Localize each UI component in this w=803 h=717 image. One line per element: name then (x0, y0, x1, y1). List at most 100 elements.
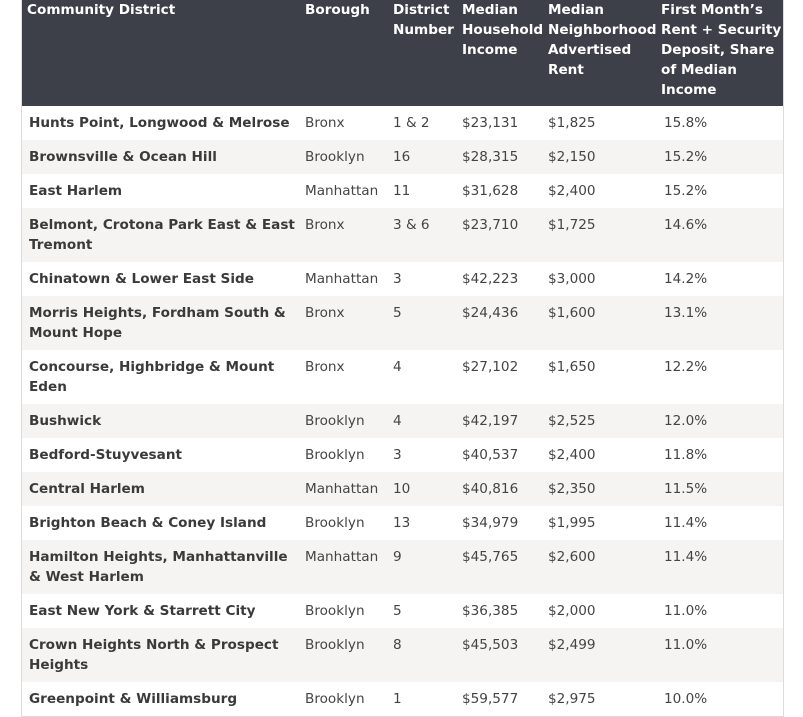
table-row: Bushwick Brooklyn 4 $42,197 $2,525 12.0% (22, 404, 783, 438)
cell-district-number: 4 (393, 359, 402, 375)
header-community-district: Community District (22, 0, 305, 106)
cell-borough: Bronx (305, 115, 345, 131)
cell-median-household-income: $24,436 (462, 305, 519, 321)
table-row: Greenpoint & Williamsburg Brooklyn 1 $59,57… (22, 682, 783, 716)
table-row: Brownsville & Ocean Hill Brooklyn 16 $28,31… (22, 140, 783, 174)
cell-move-in-cost-share: 15.8% (664, 115, 708, 131)
cell-district-number: 1 & 2 (393, 115, 430, 131)
cell-median-advertised-rent: $2,400 (548, 183, 596, 199)
cell-move-in-cost-share: 12.0% (664, 413, 708, 429)
cell-district-number: 1 (393, 691, 402, 707)
cell-move-in-cost-share: 11.4% (664, 515, 708, 531)
cell-median-household-income: $42,223 (462, 271, 519, 287)
cell-borough: Manhattan (305, 271, 379, 287)
header-median-advertised-rent: Median Neighborhood Advertised Rent (548, 0, 661, 106)
cell-borough: Brooklyn (305, 515, 365, 531)
cell-median-advertised-rent: $1,725 (548, 217, 596, 233)
cell-community-district: Morris Heights, Fordham South & Mount Ho… (29, 305, 286, 341)
cell-move-in-cost-share: 13.1% (664, 305, 708, 321)
cell-borough: Bronx (305, 305, 345, 321)
cell-move-in-cost-share: 14.6% (664, 217, 708, 233)
rent-burden-table: Community District Borough District Numb… (22, 0, 783, 716)
cell-district-number: 3 (393, 271, 402, 287)
cell-median-household-income: $42,197 (462, 413, 519, 429)
header-move-in-cost-share: First Month’s Rent + Security Deposit, S… (661, 0, 783, 106)
cell-district-number: 8 (393, 637, 402, 653)
cell-district-number: 16 (393, 149, 411, 165)
cell-median-advertised-rent: $2,600 (548, 549, 596, 565)
cell-borough: Bronx (305, 359, 345, 375)
table-row: Hunts Point, Longwood & Melrose Bronx 1 & … (22, 106, 783, 140)
cell-move-in-cost-share: 14.2% (664, 271, 708, 287)
cell-median-advertised-rent: $2,350 (548, 481, 596, 497)
cell-median-advertised-rent: $1,995 (548, 515, 596, 531)
cell-community-district: Hamilton Heights, Manhattanville & West … (29, 549, 288, 585)
table-row: Morris Heights, Fordham South & Mount Ho… (22, 296, 783, 350)
cell-median-advertised-rent: $2,000 (548, 603, 596, 619)
cell-community-district: East Harlem (29, 183, 123, 199)
cell-median-household-income: $27,102 (462, 359, 519, 375)
cell-move-in-cost-share: 11.0% (664, 603, 708, 619)
cell-district-number: 13 (393, 515, 411, 531)
cell-move-in-cost-share: 11.8% (664, 447, 708, 463)
cell-borough: Brooklyn (305, 447, 365, 463)
cell-community-district: Central Harlem (29, 481, 145, 497)
cell-median-household-income: $23,710 (462, 217, 519, 233)
header-district-number: District Number (393, 0, 462, 106)
cell-median-household-income: $40,816 (462, 481, 519, 497)
cell-move-in-cost-share: 15.2% (664, 149, 708, 165)
header-borough: Borough (305, 0, 393, 106)
cell-community-district: Greenpoint & Williamsburg (29, 691, 238, 707)
cell-median-household-income: $59,577 (462, 691, 519, 707)
cell-median-household-income: $40,537 (462, 447, 519, 463)
cell-community-district: Hunts Point, Longwood & Melrose (29, 115, 290, 131)
table-row: Bedford-Stuyvesant Brooklyn 3 $40,537 $2,400… (22, 438, 783, 472)
cell-median-household-income: $28,315 (462, 149, 519, 165)
cell-community-district: East New York & Starrett City (29, 603, 256, 619)
cell-community-district: Crown Heights North & Prospect Heights (29, 637, 279, 673)
cell-median-advertised-rent: $1,650 (548, 359, 596, 375)
cell-community-district: Brighton Beach & Coney Island (29, 515, 267, 531)
cell-district-number: 3 & 6 (393, 217, 430, 233)
cell-median-advertised-rent: $2,525 (548, 413, 596, 429)
table-row: East Harlem Manhattan 11 $31,628 $2,400 15.2% (22, 174, 783, 208)
cell-median-advertised-rent: $3,000 (548, 271, 596, 287)
cell-median-advertised-rent: $2,499 (548, 637, 596, 653)
table-row: Hamilton Heights, Manhattanville & West … (22, 540, 783, 594)
cell-district-number: 10 (393, 481, 411, 497)
cell-district-number: 5 (393, 305, 402, 321)
cell-median-household-income: $23,131 (462, 115, 519, 131)
cell-borough: Brooklyn (305, 691, 365, 707)
cell-move-in-cost-share: 11.5% (664, 481, 708, 497)
table-header-row: Community District Borough District Numb… (22, 0, 783, 106)
cell-borough: Manhattan (305, 549, 379, 565)
table-row: Chinatown & Lower East Side Manhattan 3 $42… (22, 262, 783, 296)
cell-district-number: 5 (393, 603, 402, 619)
cell-borough: Brooklyn (305, 637, 365, 653)
table-body: Hunts Point, Longwood & Melrose Bronx 1 & … (22, 106, 783, 716)
cell-median-advertised-rent: $1,600 (548, 305, 596, 321)
cell-move-in-cost-share: 11.4% (664, 549, 708, 565)
table-row: Brighton Beach & Coney Island Brooklyn 13 $… (22, 506, 783, 540)
cell-community-district: Brownsville & Ocean Hill (29, 149, 217, 165)
cell-median-advertised-rent: $2,400 (548, 447, 596, 463)
cell-borough: Manhattan (305, 183, 379, 199)
cell-community-district: Concourse, Highbridge & Mount Eden (29, 359, 275, 395)
cell-move-in-cost-share: 15.2% (664, 183, 708, 199)
rent-burden-table-container: Community District Borough District Numb… (21, 0, 784, 717)
cell-move-in-cost-share: 12.2% (664, 359, 708, 375)
cell-median-advertised-rent: $1,825 (548, 115, 596, 131)
cell-community-district: Chinatown & Lower East Side (29, 271, 254, 287)
header-median-household-income: Median Household Income (462, 0, 548, 106)
cell-district-number: 11 (393, 183, 411, 199)
cell-borough: Brooklyn (305, 603, 365, 619)
cell-district-number: 4 (393, 413, 402, 429)
cell-borough: Bronx (305, 217, 345, 233)
cell-median-household-income: $45,765 (462, 549, 519, 565)
table-row: East New York & Starrett City Brooklyn 5 $3… (22, 594, 783, 628)
cell-district-number: 3 (393, 447, 402, 463)
cell-community-district: Belmont, Crotona Park East & East Tremon… (29, 217, 295, 253)
cell-median-advertised-rent: $2,150 (548, 149, 596, 165)
cell-median-household-income: $36,385 (462, 603, 519, 619)
cell-median-household-income: $45,503 (462, 637, 519, 653)
